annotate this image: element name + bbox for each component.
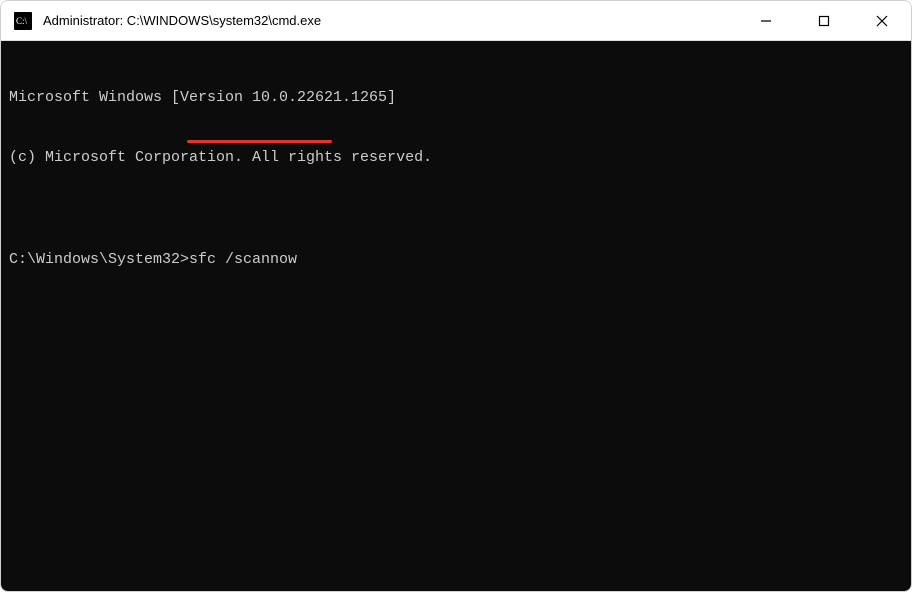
maximize-button[interactable] [795,1,853,41]
minimize-button[interactable] [737,1,795,41]
terminal-prompt: C:\Windows\System32> [9,251,189,268]
minimize-icon [760,15,772,27]
titlebar[interactable]: C:\ Administrator: C:\WINDOWS\system32\c… [1,1,911,41]
terminal-prompt-line: C:\Windows\System32>sfc /scannow [9,250,903,270]
terminal-command: sfc /scannow [189,251,297,268]
cmd-window: C:\ Administrator: C:\WINDOWS\system32\c… [0,0,912,592]
cmd-icon: C:\ [13,11,33,31]
svg-text:C:\: C:\ [16,16,28,26]
maximize-icon [818,15,830,27]
terminal-area[interactable]: Microsoft Windows [Version 10.0.22621.12… [1,41,911,591]
highlight-underline [187,140,332,143]
terminal-output-line: (c) Microsoft Corporation. All rights re… [9,148,903,168]
terminal-output-line: Microsoft Windows [Version 10.0.22621.12… [9,88,903,108]
close-button[interactable] [853,1,911,41]
window-controls [737,1,911,40]
close-icon [876,15,888,27]
window-title: Administrator: C:\WINDOWS\system32\cmd.e… [43,13,737,28]
